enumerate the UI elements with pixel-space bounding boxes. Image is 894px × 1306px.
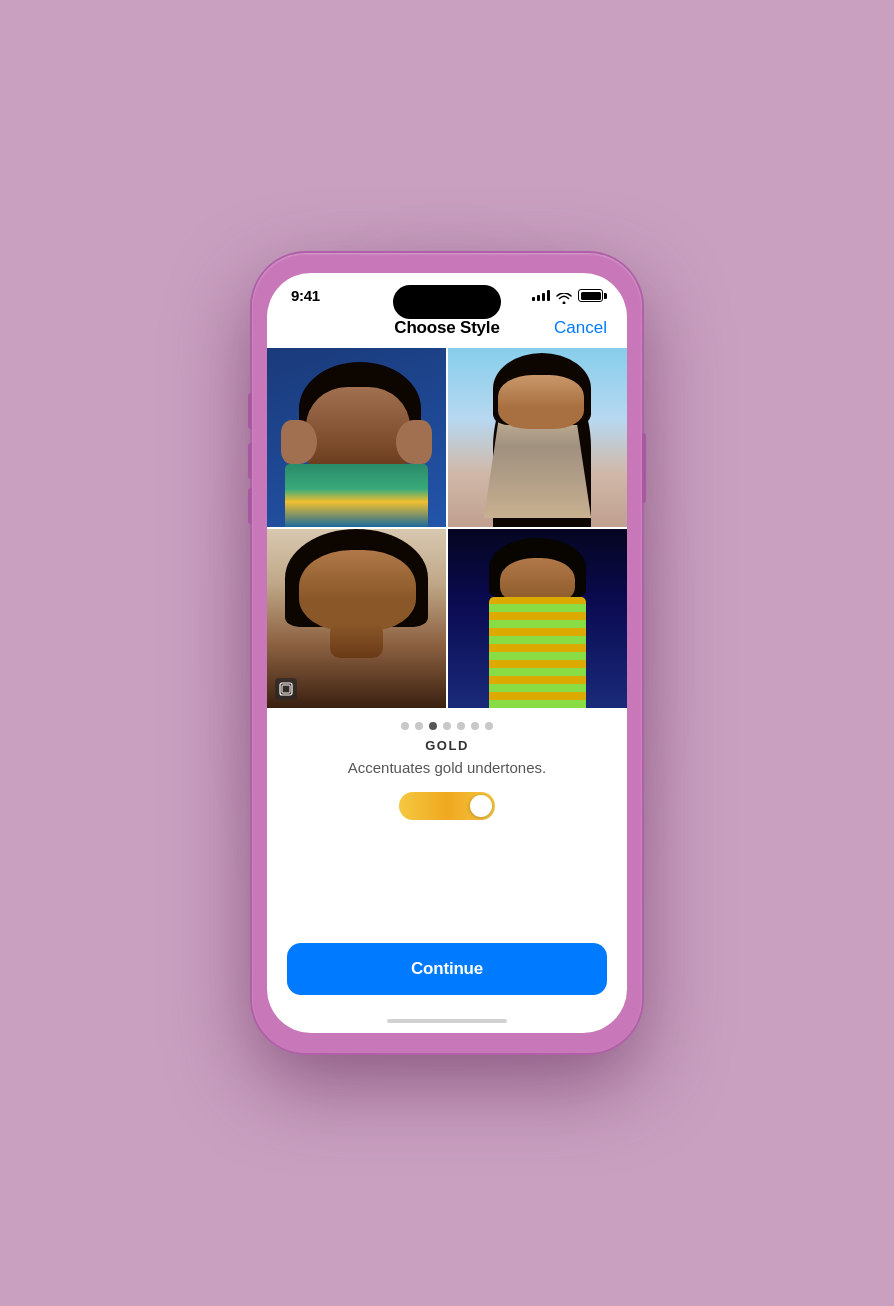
battery-icon xyxy=(578,289,603,302)
spacer xyxy=(267,840,627,943)
page-dots xyxy=(267,708,627,738)
phone-screen: 9:41 Choose Style Can xyxy=(267,273,627,1033)
photo-bottom-left[interactable] xyxy=(267,529,446,708)
dot-4[interactable] xyxy=(443,722,451,730)
image-grid xyxy=(267,348,627,708)
continue-button[interactable]: Continue xyxy=(287,943,607,995)
status-time: 9:41 xyxy=(291,287,320,304)
cancel-button[interactable]: Cancel xyxy=(554,318,607,338)
style-description: Accentuates gold undertones. xyxy=(267,759,627,792)
phone-frame: 9:41 Choose Style Can xyxy=(252,253,642,1053)
home-indicator xyxy=(267,1015,627,1033)
dot-1[interactable] xyxy=(401,722,409,730)
slider-container xyxy=(267,792,627,840)
dot-6[interactable] xyxy=(471,722,479,730)
home-bar xyxy=(387,1019,507,1023)
nav-title: Choose Style xyxy=(394,318,499,338)
svg-rect-1 xyxy=(282,685,290,693)
photo-top-left[interactable] xyxy=(267,348,446,527)
wifi-icon xyxy=(556,290,572,301)
status-icons xyxy=(532,289,603,302)
signal-icon xyxy=(532,290,550,301)
dot-7[interactable] xyxy=(485,722,493,730)
dot-5[interactable] xyxy=(457,722,465,730)
canvas-icon xyxy=(275,678,297,700)
dot-3[interactable] xyxy=(429,722,437,730)
style-slider[interactable] xyxy=(399,792,495,820)
nav-bar: Choose Style Cancel xyxy=(267,312,627,348)
style-name: GOLD xyxy=(267,738,627,759)
dot-2[interactable] xyxy=(415,722,423,730)
battery-fill xyxy=(581,292,601,300)
photo-bottom-right[interactable] xyxy=(448,529,627,708)
slider-thumb[interactable] xyxy=(470,795,492,817)
photo-top-right[interactable] xyxy=(448,348,627,527)
